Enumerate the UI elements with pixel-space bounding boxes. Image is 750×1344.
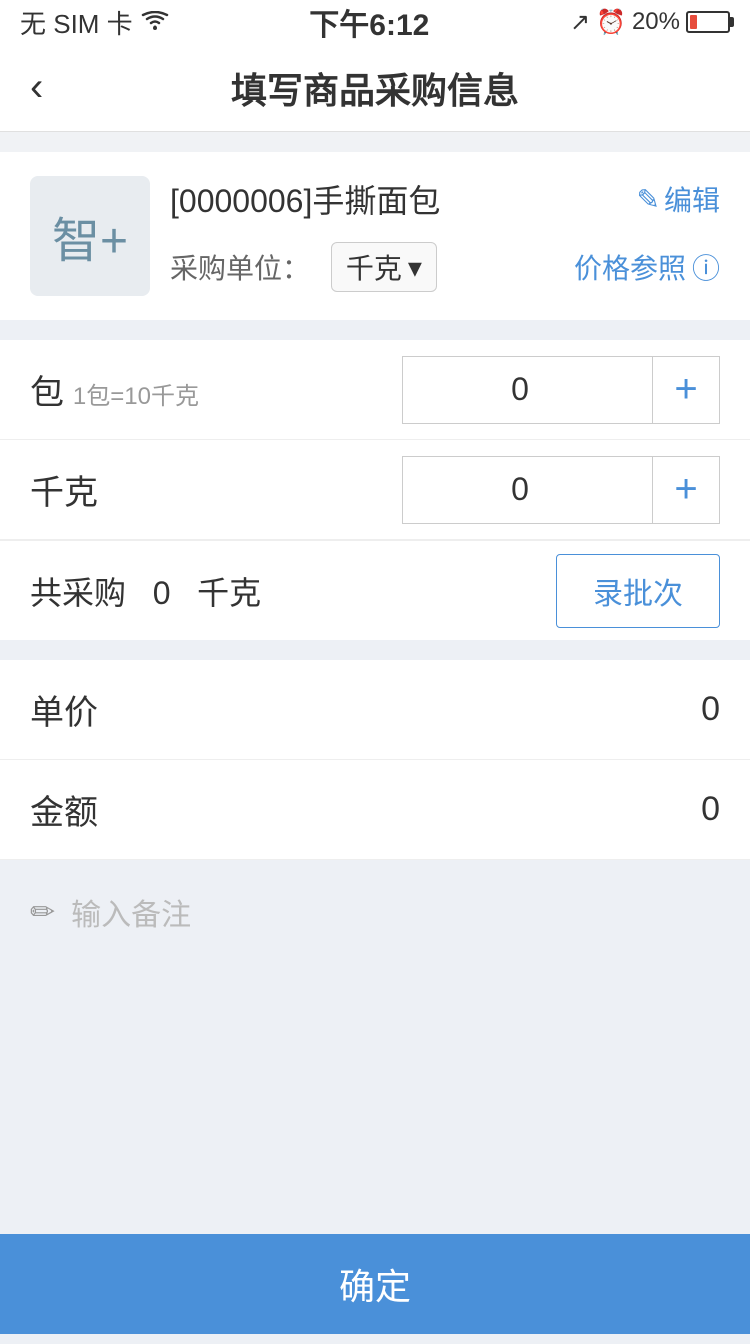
- wifi-icon: [141, 7, 169, 38]
- note-placeholder-text: 输入备注: [71, 890, 191, 934]
- bao-quantity-input[interactable]: [402, 356, 652, 424]
- unit-price-value: 0: [701, 690, 720, 729]
- location-icon: ↗: [570, 8, 590, 37]
- page-title: 填写商品采购信息: [231, 62, 519, 114]
- record-batch-button[interactable]: 录批次: [556, 554, 720, 628]
- amount-label: 金额: [30, 785, 98, 834]
- input-section: 包 1包=10千克 + 千克 +: [0, 340, 750, 540]
- product-name: [0000006]手撕面包: [170, 176, 440, 222]
- unit-price-row: 单价 0: [0, 660, 750, 760]
- kg-input-row: 千克 +: [0, 440, 750, 540]
- edit-button[interactable]: ✎ 编辑: [637, 179, 720, 219]
- unit-price-label: 单价: [30, 685, 98, 734]
- battery-percent: 20%: [632, 8, 680, 36]
- total-unit: 千克: [197, 575, 261, 611]
- dropdown-arrow-icon: ▾: [408, 251, 422, 284]
- product-info: [0000006]手撕面包 ✎ 编辑 采购单位： 千克 ▾ 价格参照 ⓘ: [170, 176, 720, 292]
- product-logo: 智+: [52, 201, 128, 271]
- unit-selector-wrapper: 采购单位： 千克 ▾: [170, 242, 437, 292]
- bao-input-row: 包 1包=10千克 +: [0, 340, 750, 440]
- bao-label-group: 包 1包=10千克: [30, 365, 402, 414]
- status-right: ↗ ⏰ 20%: [570, 8, 730, 37]
- section-divider-1: [0, 320, 750, 340]
- status-time: 下午6:12: [309, 0, 429, 44]
- no-sim-text: 无 SIM 卡: [20, 4, 133, 41]
- unit-value: 千克: [346, 247, 402, 287]
- product-name-row: [0000006]手撕面包 ✎ 编辑: [170, 176, 720, 222]
- kg-field-wrapper: +: [402, 456, 720, 524]
- status-bar: 无 SIM 卡 下午6:12 ↗ ⏰ 20%: [0, 0, 750, 44]
- edit-label: 编辑: [664, 179, 720, 219]
- price-reference-button[interactable]: 价格参照 ⓘ: [574, 247, 720, 287]
- purchase-unit-label: 采购单位：: [170, 253, 310, 284]
- info-icon: ⓘ: [692, 247, 720, 287]
- nav-bar: ‹ 填写商品采购信息: [0, 44, 750, 132]
- total-label: 共采购: [30, 575, 126, 611]
- kg-label-group: 千克: [30, 465, 402, 514]
- alarm-icon: ⏰: [596, 8, 626, 37]
- bao-label: 包: [30, 374, 64, 412]
- unit-select[interactable]: 千克 ▾: [331, 242, 437, 292]
- product-thumbnail: 智+: [30, 176, 150, 296]
- product-card: 智+ [0000006]手撕面包 ✎ 编辑 采购单位： 千克 ▾ 价格参照 ⓘ: [0, 152, 750, 320]
- back-button[interactable]: ‹: [30, 65, 43, 110]
- status-left: 无 SIM 卡: [20, 4, 169, 41]
- battery-fill: [690, 15, 697, 29]
- bao-sub-label: 1包=10千克: [73, 383, 199, 410]
- bao-plus-button[interactable]: +: [652, 356, 720, 424]
- battery-icon: [686, 11, 730, 33]
- kg-label: 千克: [30, 474, 98, 512]
- edit-icon: ✎: [637, 183, 660, 216]
- amount-row: 金额 0: [0, 760, 750, 860]
- total-row: 共采购 0 千克 录批次: [0, 540, 750, 640]
- confirm-button[interactable]: 确定: [0, 1234, 750, 1334]
- section-divider-2: [0, 640, 750, 660]
- note-section[interactable]: ✏ 输入备注: [0, 860, 750, 964]
- total-amount: 0: [153, 575, 171, 611]
- amount-value: 0: [701, 790, 720, 829]
- bao-field-wrapper: +: [402, 356, 720, 424]
- pencil-icon: ✏: [30, 895, 55, 930]
- total-text: 共采购 0 千克: [30, 568, 261, 614]
- price-ref-label: 价格参照: [574, 247, 686, 287]
- price-section: 单价 0 金额 0: [0, 660, 750, 860]
- purchase-unit-row: 采购单位： 千克 ▾ 价格参照 ⓘ: [170, 242, 720, 292]
- kg-quantity-input[interactable]: [402, 456, 652, 524]
- kg-plus-button[interactable]: +: [652, 456, 720, 524]
